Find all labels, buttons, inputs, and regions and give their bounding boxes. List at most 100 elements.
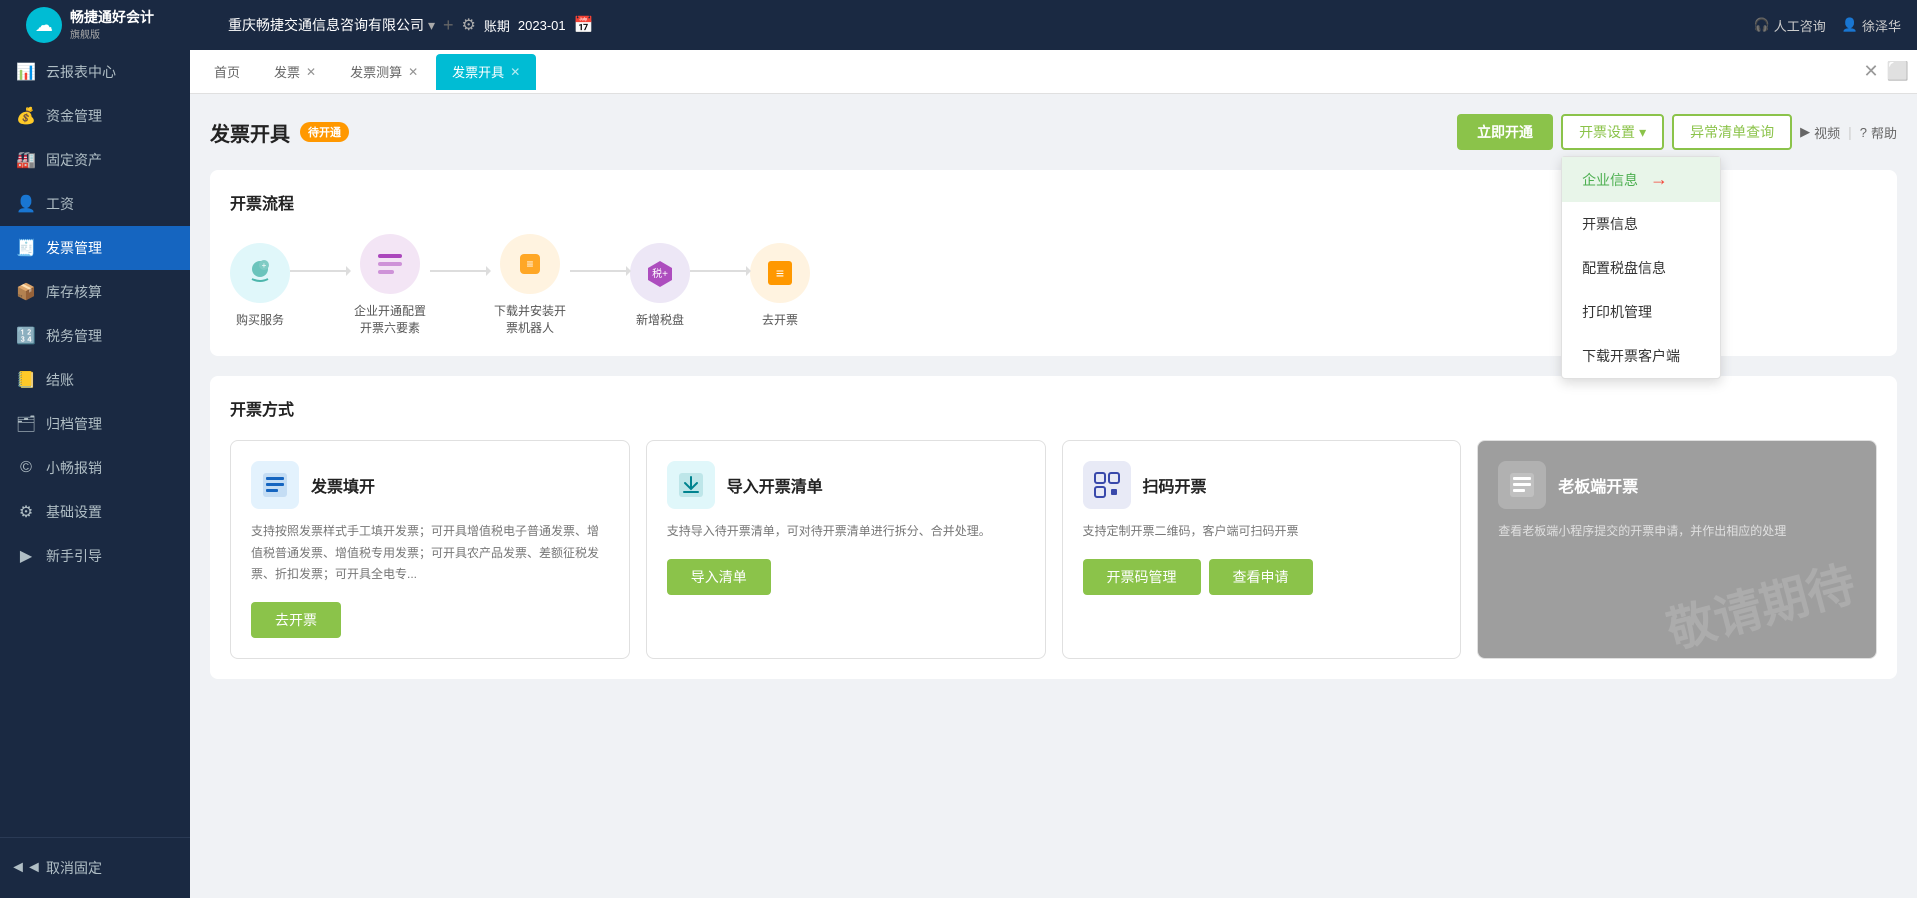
step-icon-invoice: ≡ [750, 243, 810, 303]
sidebar-item-xiaochangbao[interactable]: © 小畅报销 [0, 446, 190, 490]
shuiwu-icon: 🔢 [16, 326, 36, 346]
chevron-down-icon: ▾ [1639, 124, 1646, 141]
period-value: 2023-01 [518, 18, 566, 33]
sidebar-item-guidang[interactable]: 🗂 归档管理 [0, 402, 190, 446]
page-header: 发票开具 待开通 立即开通 开票设置 ▾ [210, 114, 1897, 150]
guding-icon: 🏭 [16, 150, 36, 170]
scan-buttons: 开票码管理 查看申请 [1083, 559, 1441, 595]
sidebar-item-gongzi[interactable]: 👤 工资 [0, 182, 190, 226]
svg-text:≡: ≡ [776, 265, 784, 281]
connector-2 [430, 270, 490, 272]
methods-grid: 发票填开 支持按照发票样式手工填开发票；可开具增值税电子普通发票、增值税普通发票… [230, 440, 1877, 659]
method-import-header: 导入开票清单 [667, 461, 1025, 509]
logo-area: ☁ 畅捷通好会计 旗舰版 [16, 7, 206, 43]
gongzi-icon: 👤 [16, 194, 36, 214]
import-list-button[interactable]: 导入清单 [667, 559, 771, 595]
sidebar-item-shuiwu[interactable]: 🔢 税务管理 [0, 314, 190, 358]
tab-fapiaocesuan-close[interactable]: ✕ [408, 65, 418, 79]
logo-icon: ☁ [26, 7, 62, 43]
content-area: 首页 发票 ✕ 发票测算 ✕ 发票开具 ✕ ✕ ⬜ [190, 50, 1917, 898]
abnormal-list-button[interactable]: 异常清单查询 [1672, 114, 1792, 150]
step-icon-taxdisk: 税+ [630, 243, 690, 303]
help-button[interactable]: ? 帮助 [1860, 123, 1897, 142]
connector-3 [570, 270, 630, 272]
method-fill-desc: 支持按照发票样式手工填开发票；可开具增值税电子普通发票、增值税普通发票、增值税专… [251, 521, 609, 586]
add-company-button[interactable]: + [443, 15, 454, 36]
sidebar-item-yunbao[interactable]: 📊 云报表中心 [0, 50, 190, 94]
connector-1 [290, 270, 350, 272]
dropdown-item-peizhi[interactable]: 配置税盘信息 [1562, 246, 1720, 290]
method-boss-icon [1498, 461, 1546, 509]
method-card-scan: 扫码开票 支持定制开票二维码，客户端可扫码开票 开票码管理 查看申请 [1062, 440, 1462, 659]
step-label-taxdisk: 新增税盘 [636, 311, 684, 328]
view-apply-button[interactable]: 查看申请 [1209, 559, 1313, 595]
sidebar-item-cancel-fixed[interactable]: ◄◄ 取消固定 [0, 846, 190, 890]
sidebar-item-xinshouyindao[interactable]: ▶ 新手引导 [0, 534, 190, 578]
svg-text:+: + [262, 261, 267, 270]
red-arrow-icon: → [1650, 169, 1668, 189]
method-import-title: 导入开票清单 [727, 473, 823, 497]
sidebar-item-jiezhang[interactable]: 📒 结账 [0, 358, 190, 402]
connector-4 [690, 270, 750, 272]
fapiao-icon: 🧾 [16, 238, 36, 258]
main-area: 📊 云报表中心 💰 资金管理 🏭 固定资产 👤 工资 🧾 发票管理 [0, 50, 1917, 898]
dropdown-item-kaipaioxinxi[interactable]: 开票信息 [1562, 202, 1720, 246]
user-menu[interactable]: 👤 徐泽华 [1842, 16, 1901, 35]
watermark-text: 敬请期待 [1658, 544, 1862, 659]
tab-fapiao[interactable]: 发票 ✕ [258, 54, 332, 90]
tab-fapiaocesuan[interactable]: 发票测算 ✕ [334, 54, 434, 90]
status-badge: 待开通 [300, 122, 349, 142]
sidebar-items: 📊 云报表中心 💰 资金管理 🏭 固定资产 👤 工资 🧾 发票管理 [0, 50, 190, 578]
zijin-icon: 💰 [16, 106, 36, 126]
tab-bar-end: ✕ ⬜ [1863, 61, 1909, 82]
company-selector[interactable]: 重庆畅捷交通信息咨询有限公司 ▾ [228, 15, 435, 35]
step-label-invoice: 去开票 [762, 311, 798, 328]
activate-button[interactable]: 立即开通 [1457, 114, 1553, 150]
goto-invoice-fill-button[interactable]: 去开票 [251, 602, 341, 638]
xinshouyindao-icon: ▶ [16, 546, 36, 566]
close-all-tabs-button[interactable]: ✕ [1863, 61, 1878, 82]
maximize-button[interactable]: ⬜ [1887, 61, 1909, 82]
tab-fapiaokaiqu[interactable]: 发票开具 ✕ [436, 54, 536, 90]
method-scan-title: 扫码开票 [1143, 473, 1207, 497]
settings-dropdown-button[interactable]: 开票设置 ▾ [1561, 114, 1664, 150]
page-title-area: 发票开具 待开通 [210, 118, 349, 147]
headset-icon: 🎧 [1754, 17, 1770, 33]
dropdown-item-qiyexinxi[interactable]: 企业信息 → [1562, 157, 1720, 202]
tab-fapiaokaiqu-close[interactable]: ✕ [510, 65, 520, 79]
step-label-buy: 购买服务 [236, 311, 284, 328]
yunbao-icon: 📊 [16, 62, 36, 82]
main-content: 发票开具 待开通 立即开通 开票设置 ▾ [190, 94, 1917, 898]
dropdown-item-dayinji[interactable]: 打印机管理 [1562, 290, 1720, 334]
step-label-config: 企业开通配置开票六要素 [350, 302, 430, 336]
method-boss-desc: 查看老板端小程序提交的开票申请，并作出相应的处理 [1498, 521, 1856, 543]
sidebar-item-jichushezhi[interactable]: ⚙ 基础设置 [0, 490, 190, 534]
sidebar-item-kucun[interactable]: 📦 库存核算 [0, 270, 190, 314]
flow-step-taxdisk: 税+ 新增税盘 [630, 243, 690, 328]
dropdown-item-xiazai[interactable]: 下载开票客户端 [1562, 334, 1720, 378]
help-icon: ? [1860, 125, 1867, 140]
period-label: 账期 [484, 16, 510, 35]
sidebar-item-zijin[interactable]: 💰 资金管理 [0, 94, 190, 138]
method-fill-icon [251, 461, 299, 509]
tab-fapiao-close[interactable]: ✕ [306, 65, 316, 79]
tab-home[interactable]: 首页 [198, 54, 256, 90]
settings-dropdown-menu: 企业信息 → 开票信息 配置税盘信息 打印机管理 [1561, 156, 1721, 379]
support-button[interactable]: 🎧 人工咨询 [1754, 16, 1826, 35]
method-boss-title: 老板端开票 [1558, 473, 1638, 497]
top-bar-center: 重庆畅捷交通信息咨询有限公司 ▾ + ⚙ 账期 2023-01 📅 [218, 15, 1742, 36]
method-boss-header: 老板端开票 [1498, 461, 1856, 509]
kucun-icon: 📦 [16, 282, 36, 302]
flow-step-download: ≡ 下载并安装开票机器人 [490, 234, 570, 336]
qr-manage-button[interactable]: 开票码管理 [1083, 559, 1201, 595]
calendar-icon[interactable]: 📅 [574, 15, 594, 35]
sidebar: 📊 云报表中心 💰 资金管理 🏭 固定资产 👤 工资 🧾 发票管理 [0, 50, 190, 898]
video-button[interactable]: ▶ 视频 [1800, 123, 1840, 142]
logo-title: 畅捷通好会计 [70, 9, 154, 26]
settings-button[interactable]: ⚙ [462, 15, 476, 35]
step-label-download: 下载并安装开票机器人 [490, 302, 570, 336]
jiezhang-icon: 📒 [16, 370, 36, 390]
xiaochangbao-icon: © [16, 458, 36, 478]
sidebar-item-fapiao[interactable]: 🧾 发票管理 [0, 226, 190, 270]
sidebar-item-guding[interactable]: 🏭 固定资产 [0, 138, 190, 182]
